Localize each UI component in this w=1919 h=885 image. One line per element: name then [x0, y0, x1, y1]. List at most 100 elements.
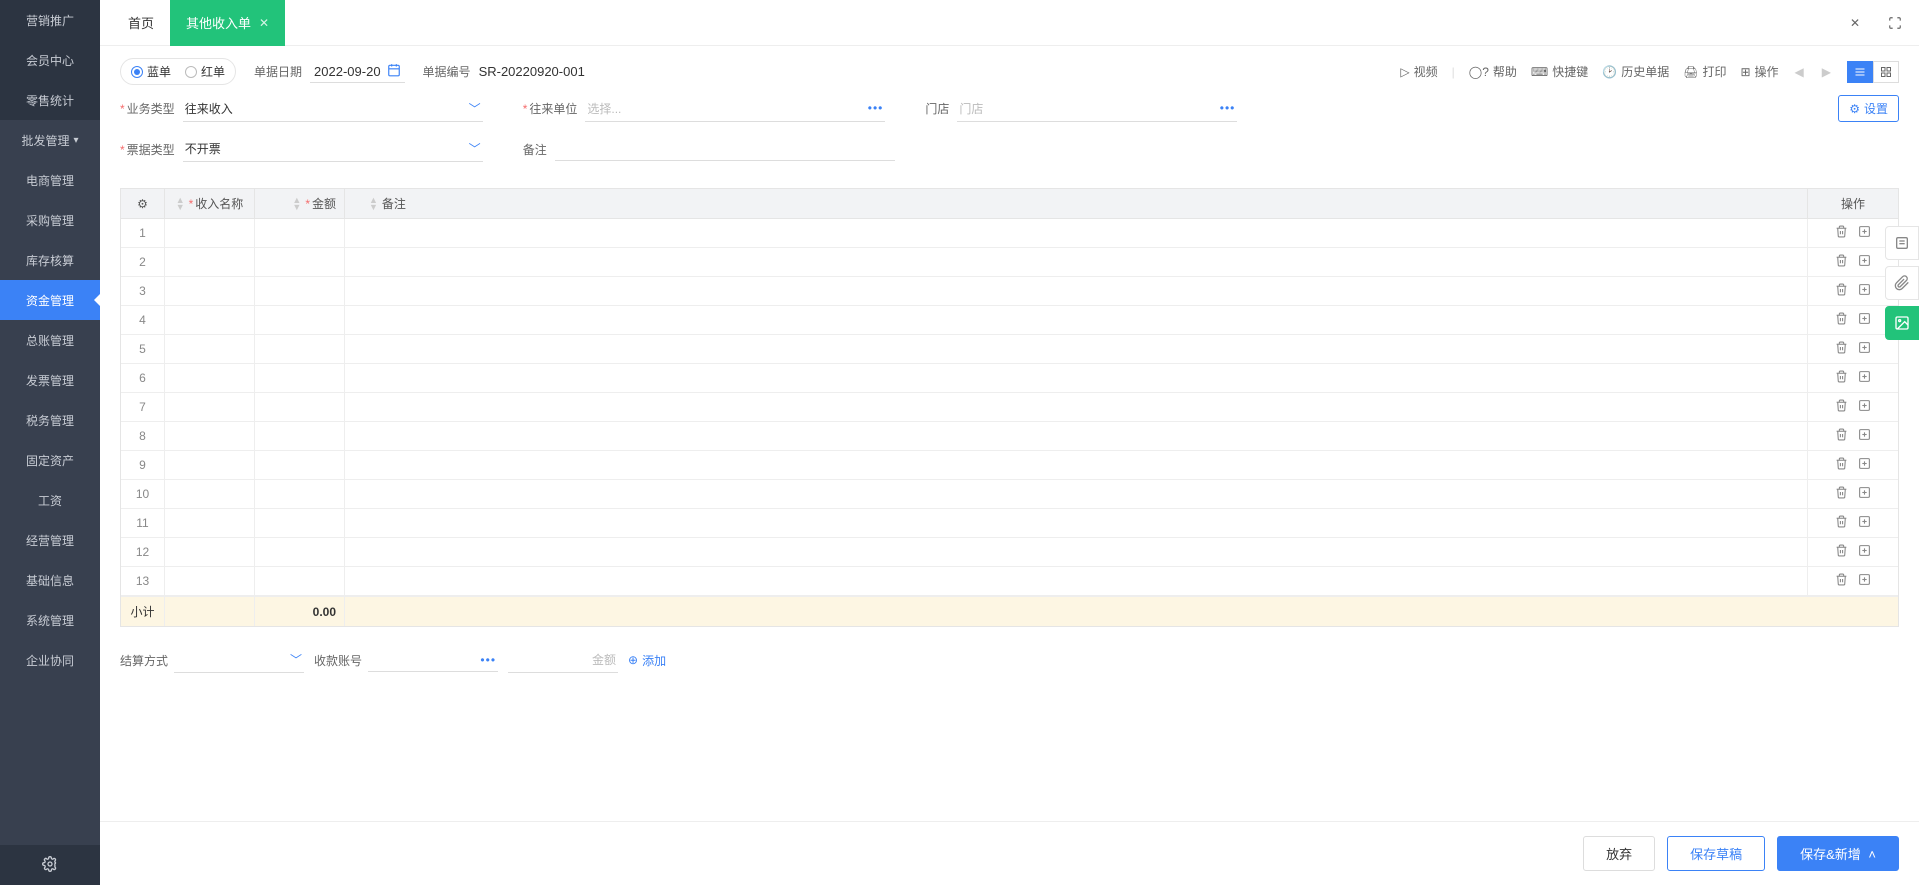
cell-remark[interactable] [345, 538, 1808, 566]
cell-name[interactable] [165, 248, 255, 276]
cell-name[interactable] [165, 335, 255, 363]
cell-amount[interactable] [255, 219, 345, 247]
cell-amount[interactable] [255, 248, 345, 276]
sidebar-settings-footer[interactable] [0, 845, 100, 885]
cell-amount[interactable] [255, 393, 345, 421]
shortcut-button[interactable]: ⌨ 快捷键 [1531, 63, 1588, 80]
col-config-button[interactable]: ⚙ [121, 189, 165, 218]
cell-amount[interactable] [255, 538, 345, 566]
cell-name[interactable] [165, 480, 255, 508]
help-button[interactable]: ◯? 帮助 [1469, 63, 1517, 80]
radio-blue[interactable]: 蓝单 [131, 63, 171, 80]
sidebar-item[interactable]: 经营管理 [0, 520, 100, 560]
add-row-icon[interactable] [1858, 399, 1871, 415]
cell-amount[interactable] [255, 509, 345, 537]
sidebar-item[interactable]: 电商管理 [0, 160, 100, 200]
sidebar-item[interactable]: 批发管理▾ [0, 120, 100, 160]
table-row[interactable]: 3 [121, 277, 1898, 306]
delete-row-icon[interactable] [1835, 457, 1848, 473]
sidebar-item[interactable]: 采购管理 [0, 200, 100, 240]
delete-row-icon[interactable] [1835, 573, 1848, 589]
cell-remark[interactable] [345, 248, 1808, 276]
table-row[interactable]: 10 [121, 480, 1898, 509]
tab-current[interactable]: 其他收入单 ✕ [170, 0, 285, 46]
add-row-icon[interactable] [1858, 515, 1871, 531]
delete-row-icon[interactable] [1835, 225, 1848, 241]
cell-amount[interactable] [255, 451, 345, 479]
tab-home[interactable]: 首页 [112, 0, 170, 46]
col-header-remark[interactable]: ▲▼ 备注 [345, 189, 1808, 218]
delete-row-icon[interactable] [1835, 486, 1848, 502]
cell-remark[interactable] [345, 567, 1808, 595]
cell-remark[interactable] [345, 451, 1808, 479]
cell-remark[interactable] [345, 277, 1808, 305]
cell-remark[interactable] [345, 422, 1808, 450]
table-row[interactable]: 1 [121, 219, 1898, 248]
table-row[interactable]: 13 [121, 567, 1898, 596]
table-row[interactable]: 7 [121, 393, 1898, 422]
table-row[interactable]: 4 [121, 306, 1898, 335]
table-row[interactable]: 11 [121, 509, 1898, 538]
add-row-icon[interactable] [1858, 573, 1871, 589]
cell-name[interactable] [165, 306, 255, 334]
col-header-name[interactable]: ▲▼ *收入名称 [165, 189, 255, 218]
table-row[interactable]: 8 [121, 422, 1898, 451]
close-icon[interactable]: ✕ [259, 16, 269, 30]
cell-remark[interactable] [345, 393, 1808, 421]
col-header-amount[interactable]: ▲▼ *金额 [255, 189, 345, 218]
fullscreen-button[interactable] [1881, 9, 1909, 37]
store-select[interactable]: 门店 ••• [957, 96, 1237, 122]
video-button[interactable]: ▷ 视频 [1400, 63, 1437, 80]
table-row[interactable]: 2 [121, 248, 1898, 277]
cell-remark[interactable] [345, 219, 1808, 247]
delete-row-icon[interactable] [1835, 515, 1848, 531]
delete-row-icon[interactable] [1835, 312, 1848, 328]
cell-amount[interactable] [255, 480, 345, 508]
sidebar-item[interactable]: 零售统计 [0, 80, 100, 120]
table-row[interactable]: 9 [121, 451, 1898, 480]
delete-row-icon[interactable] [1835, 341, 1848, 357]
print-button[interactable]: 🖨 打印 [1683, 63, 1726, 80]
unit-select[interactable]: 选择... ••• [585, 96, 885, 122]
cell-name[interactable] [165, 422, 255, 450]
cell-remark[interactable] [345, 306, 1808, 334]
view-detail-button[interactable] [1873, 61, 1899, 83]
sidebar-item[interactable]: 库存核算 [0, 240, 100, 280]
sidebar-item[interactable]: 固定资产 [0, 440, 100, 480]
cell-name[interactable] [165, 451, 255, 479]
cell-remark[interactable] [345, 480, 1808, 508]
rail-template-button[interactable] [1885, 226, 1919, 260]
view-list-button[interactable] [1847, 61, 1873, 83]
cell-remark[interactable] [345, 364, 1808, 392]
history-button[interactable]: 🕑 历史单据 [1602, 63, 1669, 80]
delete-row-icon[interactable] [1835, 428, 1848, 444]
rail-attachment-button[interactable] [1885, 266, 1919, 300]
add-row-icon[interactable] [1858, 486, 1871, 502]
add-row-icon[interactable] [1858, 283, 1871, 299]
cell-name[interactable] [165, 277, 255, 305]
cell-name[interactable] [165, 364, 255, 392]
biz-type-select[interactable]: 往来收入 ﹀ [183, 96, 483, 122]
remark-input[interactable] [555, 138, 895, 161]
sidebar-item[interactable]: 资金管理 [0, 280, 100, 320]
add-row-icon[interactable] [1858, 428, 1871, 444]
add-row-icon[interactable] [1858, 370, 1871, 386]
settle-method-select[interactable]: ﹀ [174, 647, 304, 673]
add-row-icon[interactable] [1858, 254, 1871, 270]
cell-amount[interactable] [255, 335, 345, 363]
cell-name[interactable] [165, 538, 255, 566]
prev-doc-button[interactable]: ◀ [1793, 65, 1806, 79]
sidebar-item[interactable]: 企业协同 [0, 640, 100, 680]
delete-row-icon[interactable] [1835, 544, 1848, 560]
close-panel-button[interactable]: ✕ [1841, 9, 1869, 37]
add-row-icon[interactable] [1858, 544, 1871, 560]
radio-red[interactable]: 红单 [185, 63, 225, 80]
cell-amount[interactable] [255, 364, 345, 392]
save-draft-button[interactable]: 保存草稿 [1667, 836, 1765, 871]
sidebar-item[interactable]: 总账管理 [0, 320, 100, 360]
add-row-icon[interactable] [1858, 312, 1871, 328]
table-row[interactable]: 6 [121, 364, 1898, 393]
cell-amount[interactable] [255, 277, 345, 305]
discard-button[interactable]: 放弃 [1583, 836, 1655, 871]
delete-row-icon[interactable] [1835, 283, 1848, 299]
